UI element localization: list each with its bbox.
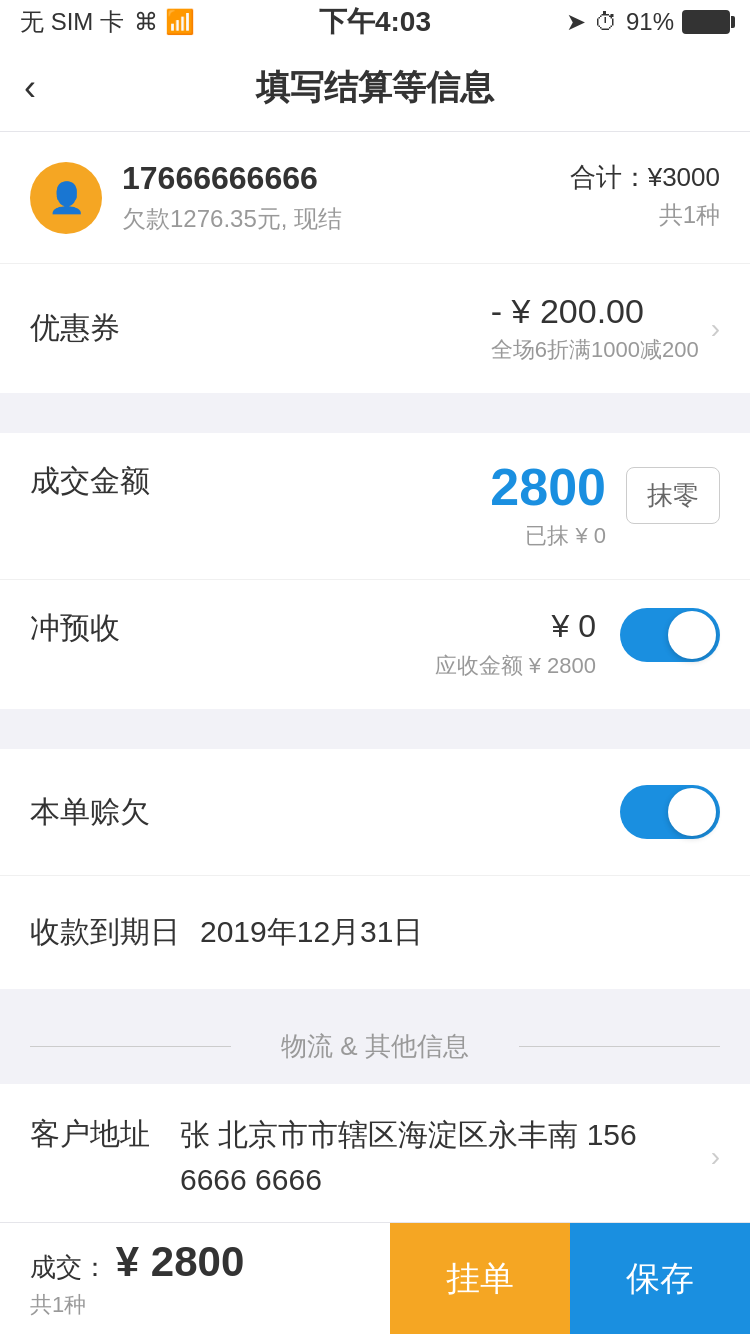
coupon-right: - ¥ 200.00 全场6折满1000减200 › — [491, 292, 720, 365]
status-right: ➤ ⏱ 91% — [566, 8, 730, 36]
status-bar: 无 SIM 卡 ⌘ 📶 下午4:03 ➤ ⏱ 91% — [0, 0, 750, 44]
customer-info-row: 👤 17666666666 欠款1276.35元, 现结 合计：¥3000 共1… — [0, 132, 750, 263]
coupon-label: 优惠券 — [30, 308, 120, 349]
advance-right: ¥ 0 应收金额 ¥ 2800 — [435, 608, 720, 681]
section-gap-2 — [0, 729, 750, 749]
advance-sub: 应收金额 ¥ 2800 — [435, 651, 596, 681]
bottom-bar: 成交： ¥ 2800 共1种 挂单 保存 — [0, 1222, 750, 1334]
debt-toggle-thumb — [668, 788, 716, 836]
advance-toggle[interactable] — [620, 608, 720, 662]
status-left: 无 SIM 卡 ⌘ 📶 — [20, 6, 195, 38]
customer-card: 👤 17666666666 欠款1276.35元, 现结 合计：¥3000 共1… — [0, 132, 750, 393]
logistics-divider: 物流 & 其他信息 — [0, 1009, 750, 1084]
debt-toggle[interactable] — [620, 785, 720, 839]
amount-right: 2800 已抹 ¥ 0 抹零 — [490, 461, 720, 551]
round-button[interactable]: 抹零 — [626, 467, 720, 524]
customer-debt: 欠款1276.35元, 现结 — [122, 203, 342, 235]
coupon-desc: 全场6折满1000减200 — [491, 335, 699, 365]
wifi-icon: ⌘ 📶 — [134, 8, 195, 36]
avatar-icon: 👤 — [48, 180, 85, 215]
address-row[interactable]: 客户地址 张 北京市市辖区海淀区永丰南 156 6666 6666 › — [0, 1084, 750, 1230]
coupon-row[interactable]: 优惠券 - ¥ 200.00 全场6折满1000减200 › — [0, 263, 750, 393]
due-date-row: 收款到期日 2019年12月31日 — [0, 876, 750, 989]
divider-line-left — [30, 1046, 231, 1047]
content: 👤 17666666666 欠款1276.35元, 现结 合计：¥3000 共1… — [0, 132, 750, 1334]
avatar: 👤 — [30, 162, 102, 234]
total-count: 共1种 — [570, 199, 720, 231]
date-label: 收款到期日 — [30, 912, 180, 953]
customer-left: 👤 17666666666 欠款1276.35元, 现结 — [30, 160, 342, 235]
customer-phone: 17666666666 — [122, 160, 342, 197]
coupon-info: - ¥ 200.00 全场6折满1000减200 — [491, 292, 699, 365]
amount-label: 成交金额 — [30, 461, 150, 502]
advance-label: 冲预收 — [30, 608, 120, 649]
toggle-thumb — [668, 611, 716, 659]
status-time: 下午4:03 — [319, 3, 431, 41]
amount-card: 成交金额 2800 已抹 ¥ 0 抹零 冲预收 ¥ 0 应收金额 ¥ 2800 — [0, 433, 750, 709]
date-value: 2019年12月31日 — [200, 912, 423, 953]
address-label: 客户地址 — [30, 1114, 150, 1155]
carrier-label: 无 SIM 卡 — [20, 6, 124, 38]
location-icon: ➤ — [566, 8, 586, 36]
battery-icon — [682, 10, 730, 34]
bottom-total-label: 成交： — [30, 1252, 108, 1282]
customer-total: 合计：¥3000 共1种 — [570, 160, 720, 231]
section-gap-3 — [0, 989, 750, 1009]
divider-line-right — [519, 1046, 720, 1047]
battery-label: 91% — [626, 8, 674, 36]
amount-block: 2800 已抹 ¥ 0 — [490, 461, 606, 551]
chevron-right-icon: › — [711, 313, 720, 345]
bottom-total-line: 成交： ¥ 2800 — [30, 1238, 360, 1286]
advance-amount: ¥ 0 — [435, 608, 596, 645]
debt-row: 本单赊欠 — [0, 749, 750, 876]
bottom-summary: 成交： ¥ 2800 共1种 — [0, 1238, 390, 1320]
total-label: 合计：¥3000 — [570, 160, 720, 195]
save-button[interactable]: 保存 — [570, 1223, 750, 1335]
address-value: 张 北京市市辖区海淀区永丰南 156 6666 6666 — [180, 1112, 695, 1202]
debt-label: 本单赊欠 — [30, 792, 150, 833]
amount-value: 2800 — [490, 461, 606, 513]
back-button[interactable]: ‹ — [24, 67, 36, 109]
address-chevron-icon: › — [711, 1141, 720, 1173]
advance-row: 冲预收 ¥ 0 应收金额 ¥ 2800 — [0, 580, 750, 709]
clock-icon: ⏱ — [594, 8, 618, 36]
bottom-total-amount: ¥ 2800 — [116, 1238, 244, 1285]
advance-amount-block: ¥ 0 应收金额 ¥ 2800 — [435, 608, 596, 681]
logistics-label: 物流 & 其他信息 — [281, 1029, 469, 1064]
customer-details: 17666666666 欠款1276.35元, 现结 — [122, 160, 342, 235]
amount-row: 成交金额 2800 已抹 ¥ 0 抹零 — [0, 433, 750, 580]
amount-sub: 已抹 ¥ 0 — [490, 521, 606, 551]
nav-bar: ‹ 填写结算等信息 — [0, 44, 750, 132]
coupon-discount: - ¥ 200.00 — [491, 292, 699, 331]
page-title: 填写结算等信息 — [256, 65, 494, 111]
bottom-count: 共1种 — [30, 1290, 360, 1320]
hang-button[interactable]: 挂单 — [390, 1223, 570, 1335]
section-gap-1 — [0, 413, 750, 433]
